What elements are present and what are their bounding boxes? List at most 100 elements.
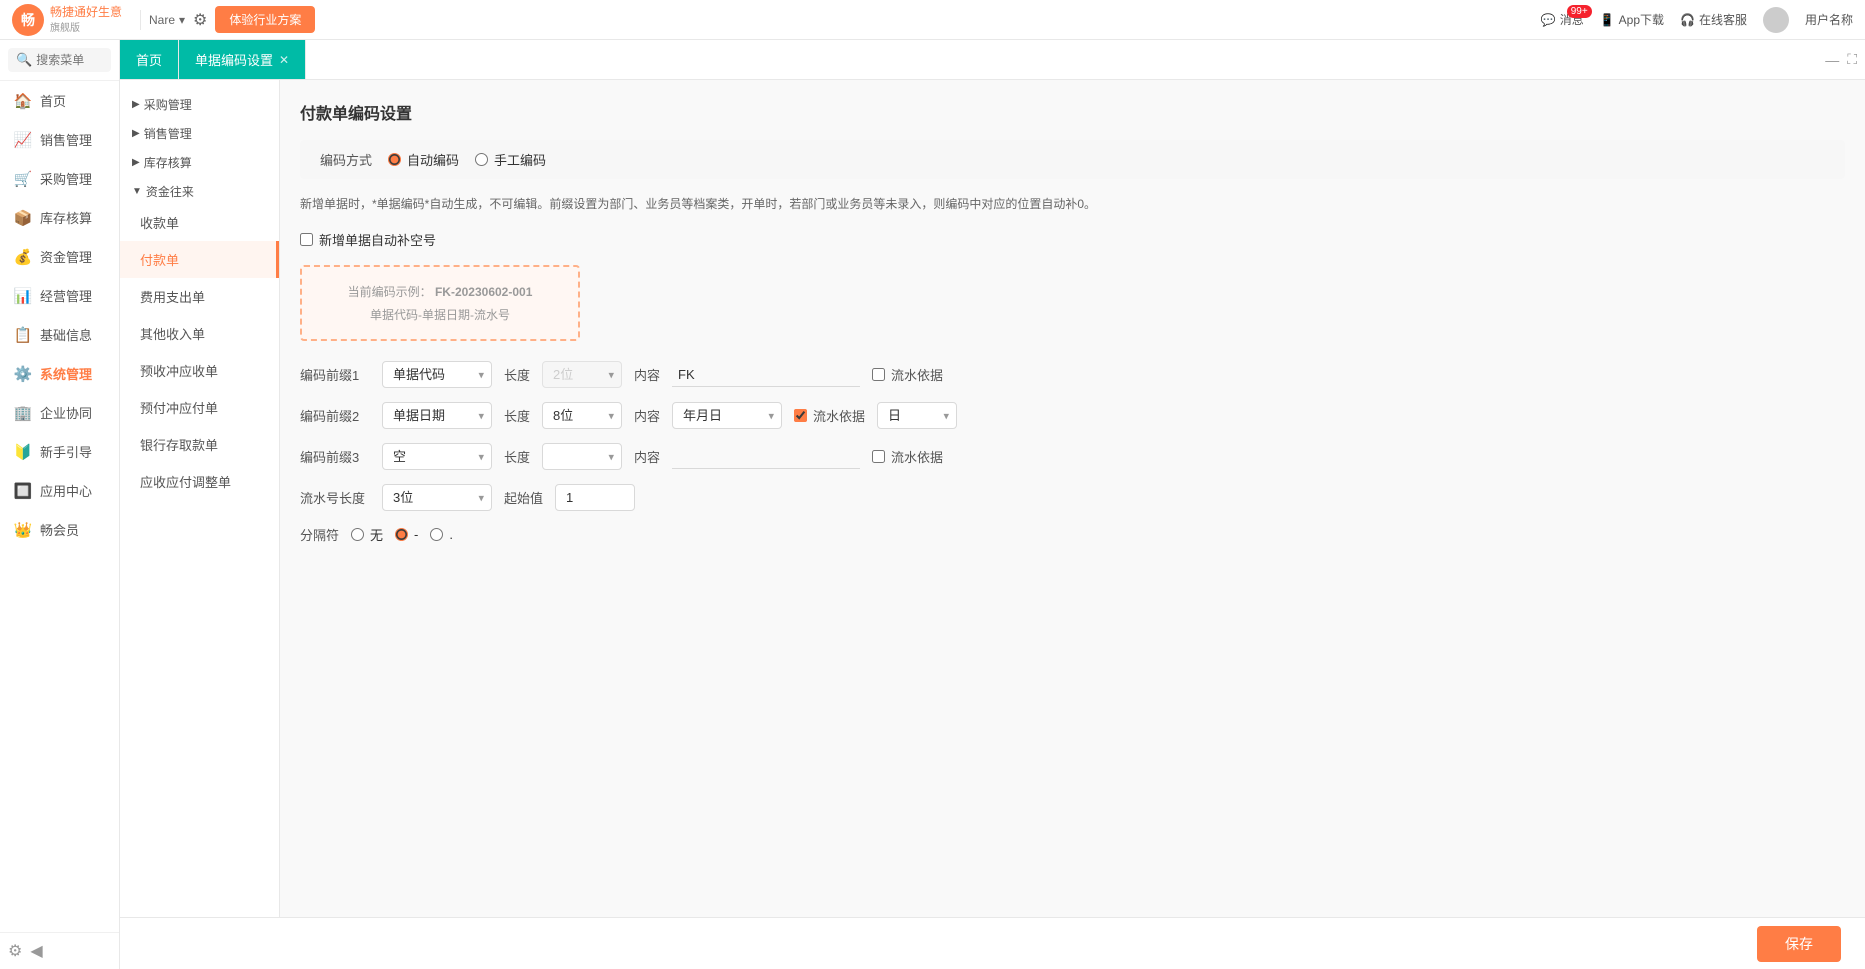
prefix3-row: 编码前缀3 空 长度 内容 bbox=[300, 443, 1845, 470]
apps-icon: 🔲 bbox=[14, 482, 32, 500]
logo-icon: 畅 bbox=[12, 4, 44, 36]
sub-group-purchase[interactable]: ▶ 采购管理 bbox=[120, 88, 279, 117]
collapse-purchase-icon: ▶ bbox=[132, 99, 140, 110]
purchase-icon: 🛒 bbox=[14, 170, 32, 188]
chevron-down-icon[interactable]: ▾ bbox=[179, 13, 185, 27]
sidebar-item-operation[interactable]: 📊 经营管理 bbox=[0, 276, 119, 315]
manual-code-radio-label[interactable]: 手工编码 bbox=[475, 150, 546, 169]
content1-label: 内容 bbox=[634, 365, 660, 384]
sep-dash-label[interactable]: - bbox=[395, 527, 418, 542]
prefix2-select[interactable]: 单据日期 bbox=[382, 402, 492, 429]
sub-item-expense[interactable]: 费用支出单 bbox=[120, 278, 279, 315]
collapse-capital-icon: ▼ bbox=[132, 186, 142, 197]
code-preview-value: FK-20230602-001 bbox=[435, 285, 532, 299]
prefix3-select[interactable]: 空 bbox=[382, 443, 492, 470]
prefix3-select-wrapper: 空 bbox=[382, 443, 492, 470]
content2-select[interactable]: 年月日 bbox=[672, 402, 782, 429]
date2-select[interactable]: 日 bbox=[877, 402, 957, 429]
collapse-sidebar-icon[interactable]: ◀ bbox=[30, 941, 42, 961]
auto-code-radio[interactable] bbox=[388, 153, 401, 166]
info-text: 新增单据时，*单据编码*自动生成，不可编辑。前缀设置为部门、业务员等档案类，开单… bbox=[300, 195, 1845, 214]
liushui1-checkbox[interactable] bbox=[872, 368, 885, 381]
gear-icon[interactable]: ⚙ bbox=[193, 10, 207, 30]
sidebar-item-apps[interactable]: 🔲 应用中心 bbox=[0, 471, 119, 510]
serial-row: 流水号长度 3位 起始值 bbox=[300, 484, 1845, 511]
length2-label: 长度 bbox=[504, 406, 530, 425]
sidebar-item-company[interactable]: 🏢 企业协同 bbox=[0, 393, 119, 432]
manual-code-radio[interactable] bbox=[475, 153, 488, 166]
service-icon: 🎧 bbox=[1680, 13, 1695, 27]
prefix1-select[interactable]: 单据代码 bbox=[382, 361, 492, 388]
auto-fill-label: 新增单据自动补空号 bbox=[319, 230, 436, 249]
sub-item-ap-adjust[interactable]: 应收应付调整单 bbox=[120, 463, 279, 500]
sub-group-capital-label: 资金往来 bbox=[146, 183, 194, 200]
message-button[interactable]: 💬 消息 99+ bbox=[1541, 11, 1584, 28]
start-value-input[interactable] bbox=[555, 484, 635, 511]
auto-fill-checkbox[interactable] bbox=[300, 233, 313, 246]
sidebar-item-stock[interactable]: 📦 库存核算 bbox=[0, 198, 119, 237]
tab-close-icon[interactable]: ✕ bbox=[279, 53, 289, 67]
online-service-button[interactable]: 🎧 在线客服 bbox=[1680, 11, 1747, 28]
tab-expand-button[interactable]: ⛶ bbox=[1847, 51, 1857, 68]
topbar-nav-text[interactable]: Nare bbox=[149, 13, 175, 27]
sub-group-purchase-label: 采购管理 bbox=[144, 96, 192, 113]
prefix2-select-wrapper: 单据日期 bbox=[382, 402, 492, 429]
liushui2-label[interactable]: 流水依据 bbox=[794, 406, 865, 425]
settings-bottom-icon[interactable]: ⚙ bbox=[8, 941, 22, 961]
code-preview-sub: 单据代码-单据日期-流水号 bbox=[326, 306, 554, 323]
sub-item-receipt[interactable]: 收款单 bbox=[120, 204, 279, 241]
sub-group-capital[interactable]: ▼ 资金往来 bbox=[120, 175, 279, 204]
liushui3-label[interactable]: 流水依据 bbox=[872, 447, 943, 466]
avatar[interactable] bbox=[1763, 7, 1789, 33]
message-icon: 💬 bbox=[1541, 13, 1556, 27]
sidebar-item-home[interactable]: 🏠 首页 bbox=[0, 81, 119, 120]
search-input[interactable] bbox=[36, 53, 103, 67]
auto-code-radio-label[interactable]: 自动编码 bbox=[388, 150, 459, 169]
sidebar-item-basic[interactable]: 📋 基础信息 bbox=[0, 315, 119, 354]
length2-select[interactable]: 8位 bbox=[542, 402, 622, 429]
tab-minimize-button[interactable]: — bbox=[1825, 52, 1839, 68]
sidebar-item-sales[interactable]: 📈 销售管理 bbox=[0, 120, 119, 159]
sidebar-item-purchase[interactable]: 🛒 采购管理 bbox=[0, 159, 119, 198]
tab-home[interactable]: 首页 bbox=[120, 40, 179, 79]
left-sidebar: 🔍 🏠 首页 📈 销售管理 🛒 采购管理 📦 库存核算 💰 bbox=[0, 40, 120, 969]
sub-item-pre-payment[interactable]: 预付冲应付单 bbox=[120, 389, 279, 426]
tab-code-setting-label: 单据编码设置 bbox=[195, 50, 273, 69]
sidebar-label-member: 畅会员 bbox=[40, 520, 79, 539]
sep-none-label[interactable]: 无 bbox=[351, 525, 383, 544]
finance-icon: 💰 bbox=[14, 248, 32, 266]
app-download-button[interactable]: 📱 App下载 bbox=[1600, 11, 1664, 28]
sub-item-payment[interactable]: 付款单 bbox=[120, 241, 279, 278]
sep-none-radio[interactable] bbox=[351, 528, 364, 541]
sub-item-pre-receivable[interactable]: 预收冲应收单 bbox=[120, 352, 279, 389]
liushui3-checkbox[interactable] bbox=[872, 450, 885, 463]
basic-icon: 📋 bbox=[14, 326, 32, 344]
tab-code-setting[interactable]: 单据编码设置 ✕ bbox=[179, 40, 306, 79]
length3-select[interactable] bbox=[542, 443, 622, 470]
sep-dash-radio[interactable] bbox=[395, 528, 408, 541]
operation-icon: 📊 bbox=[14, 287, 32, 305]
sep-dot-label[interactable]: . bbox=[430, 527, 453, 542]
content1-input[interactable] bbox=[672, 363, 860, 387]
serial-length-select[interactable]: 3位 bbox=[382, 484, 492, 511]
trial-button[interactable]: 体验行业方案 bbox=[215, 6, 315, 33]
sub-group-stock[interactable]: ▶ 库存核算 bbox=[120, 146, 279, 175]
bottom-bar: 保存 bbox=[120, 917, 1865, 969]
sep-dot-radio[interactable] bbox=[430, 528, 443, 541]
message-badge: 99+ bbox=[1567, 5, 1592, 18]
content3-label: 内容 bbox=[634, 447, 660, 466]
content-area: 首页 单据编码设置 ✕ — ⛶ ▶ 采购管理 ▶ 销售管理 bbox=[120, 40, 1865, 969]
content3-input[interactable] bbox=[672, 445, 860, 469]
sidebar-label-home: 首页 bbox=[40, 91, 66, 110]
sidebar-item-member[interactable]: 👑 畅会员 bbox=[0, 510, 119, 549]
sidebar-item-guide[interactable]: 🔰 新手引导 bbox=[0, 432, 119, 471]
sidebar-item-finance[interactable]: 💰 资金管理 bbox=[0, 237, 119, 276]
sub-item-bank-deposit[interactable]: 银行存取款单 bbox=[120, 426, 279, 463]
liushui2-checkbox[interactable] bbox=[794, 409, 807, 422]
sub-item-other-income[interactable]: 其他收入单 bbox=[120, 315, 279, 352]
sidebar-item-system[interactable]: ⚙️ 系统管理 bbox=[0, 354, 119, 393]
liushui1-label[interactable]: 流水依据 bbox=[872, 365, 943, 384]
save-button[interactable]: 保存 bbox=[1757, 926, 1841, 962]
sub-group-sales[interactable]: ▶ 销售管理 bbox=[120, 117, 279, 146]
topbar-nav[interactable]: Nare ▾ bbox=[149, 13, 185, 27]
